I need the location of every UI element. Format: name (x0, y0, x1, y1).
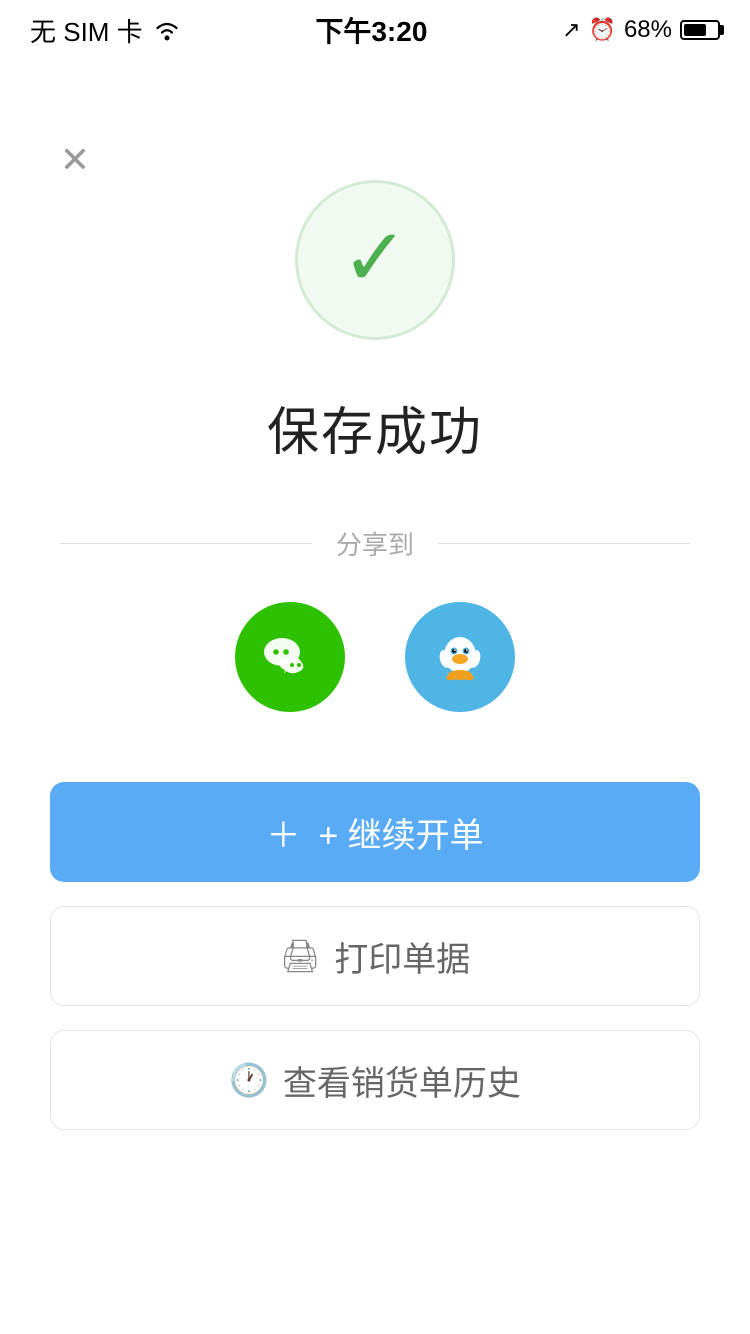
checkmark-icon: ✓ (341, 218, 408, 298)
history-label: 查看销货单历史 (283, 1056, 521, 1105)
alarm-icon: ⏰ (589, 17, 616, 43)
print-button[interactable]: 🖨 打印单据 (50, 906, 700, 1006)
success-circle: ✓ (295, 180, 455, 340)
print-icon: 🖨 (280, 937, 321, 975)
battery-percent: 68% (624, 16, 672, 44)
sim-text: 无 SIM 卡 (30, 12, 143, 49)
actions-container: ＋ + 继续开单 🖨 打印单据 🕐 查看销货单历史 (0, 782, 750, 1130)
wechat-icon (260, 627, 320, 687)
status-left: 无 SIM 卡 (30, 12, 181, 49)
status-right: ↗ ⏰ 68% (562, 16, 720, 44)
continue-label: + 继续开单 (318, 808, 483, 857)
share-row (235, 602, 515, 712)
success-title: 保存成功 (267, 390, 483, 465)
status-time: 下午3:20 (315, 10, 427, 50)
battery-icon (680, 20, 720, 40)
share-qq-button[interactable] (405, 602, 515, 712)
status-bar: 无 SIM 卡 下午3:20 ↗ ⏰ 68% (0, 0, 750, 60)
close-icon: ✕ (60, 142, 90, 178)
history-icon: 🕐 (229, 1061, 269, 1099)
continue-button[interactable]: ＋ + 继续开单 (50, 782, 700, 882)
wifi-icon (153, 19, 181, 41)
share-wechat-button[interactable] (235, 602, 345, 712)
share-label: 分享到 (312, 525, 438, 562)
history-button[interactable]: 🕐 查看销货单历史 (50, 1030, 700, 1130)
close-button[interactable]: ✕ (50, 135, 100, 185)
share-divider: 分享到 (0, 525, 750, 562)
main-content: ✕ ✓ 保存成功 分享到 (0, 60, 750, 1334)
print-label: 打印单据 (334, 932, 470, 981)
divider-line-left (60, 543, 312, 544)
divider-line-right (438, 543, 690, 544)
continue-icon: ＋ (266, 808, 300, 857)
location-icon: ↗ (562, 17, 580, 43)
qq-icon (430, 627, 490, 687)
